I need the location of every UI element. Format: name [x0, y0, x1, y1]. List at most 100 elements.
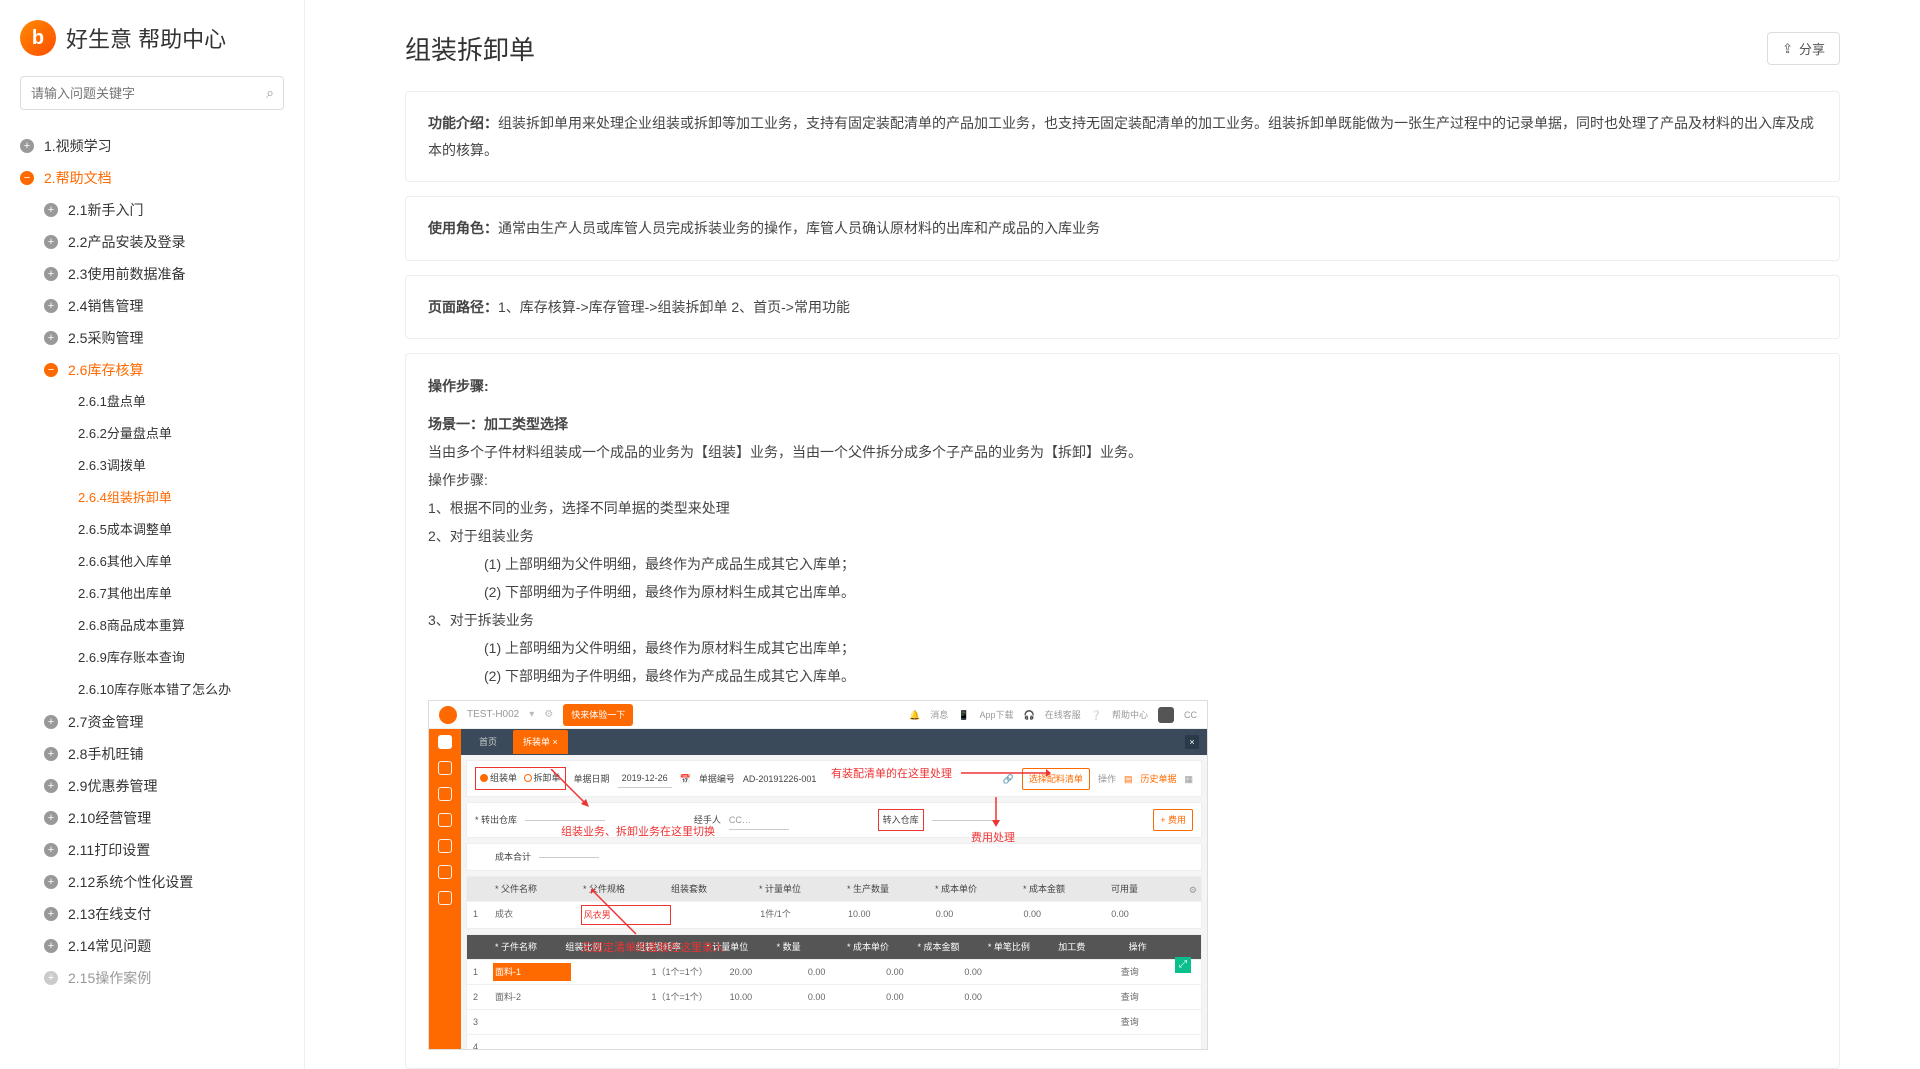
- expand-icon: ⤢: [1175, 957, 1191, 973]
- phone-icon: 📱: [958, 706, 969, 724]
- ss-content: 首页 拆装单 × × 组装单 拆卸单 单据日期 2019-12-26 📅: [461, 729, 1207, 1049]
- role-label: 使用角色：: [428, 220, 498, 236]
- nav-docs[interactable]: −2.帮助文档: [20, 162, 284, 194]
- nav-2-6-10[interactable]: 2.6.10库存账本错了怎么办: [20, 674, 284, 706]
- role-card: 使用角色：通常由生产人员或库管人员完成拆装业务的操作，库管人员确认原材料的出库和…: [405, 196, 1840, 261]
- nav-2-14[interactable]: +2.14常见问题: [20, 930, 284, 962]
- nav-2-7[interactable]: +2.7资金管理: [20, 706, 284, 738]
- brand-logo: b: [20, 20, 56, 56]
- plus-icon: +: [44, 843, 58, 857]
- nav-2-13[interactable]: +2.13在线支付: [20, 898, 284, 930]
- step-3: 3、对于拆装业务: [428, 606, 1817, 634]
- intro-label: 功能介绍：: [428, 115, 498, 131]
- nav-2-10[interactable]: +2.10经营管理: [20, 802, 284, 834]
- ss-radio-group: 组装单 拆卸单: [475, 767, 566, 790]
- help-icon: ❔: [1091, 706, 1102, 724]
- step-3a: (1) 上部明细为父件明细，最终作为原材料生成其它出库单；: [428, 634, 1817, 662]
- nav-video[interactable]: +1.视频学习: [20, 130, 284, 162]
- rail-icon: [438, 839, 452, 853]
- ss-pick-bom: 选择配料清单: [1022, 768, 1090, 790]
- sidebar: b 好生意 帮助中心 ⌕ +1.视频学习 −2.帮助文档 +2.1新手入门 +2…: [0, 0, 305, 1069]
- plus-icon: +: [44, 235, 58, 249]
- nav-2-6-7[interactable]: 2.6.7其他出库单: [20, 578, 284, 610]
- search-input[interactable]: [20, 76, 284, 110]
- steps-title: 操作步骤:: [428, 372, 1817, 400]
- gear-icon: ⚙: [544, 705, 553, 725]
- path-card: 页面路径：1、库存核算->库存管理->组装拆卸单 2、首页->常用功能: [405, 275, 1840, 340]
- ss-tab-active: 拆装单 ×: [513, 730, 568, 754]
- avatar-icon: [1158, 707, 1174, 723]
- ss-in-warehouse: 转入仓库: [878, 809, 924, 831]
- substeps-title: 操作步骤:: [428, 466, 1817, 494]
- step-2b: (2) 下部明细为子件明细，最终作为原材料生成其它出库单。: [428, 578, 1817, 606]
- scene1-title: 场景一：加工类型选择: [428, 410, 1817, 438]
- grid-icon: ▦: [1184, 770, 1193, 788]
- plus-icon: +: [44, 875, 58, 889]
- calendar-icon: 📅: [680, 770, 691, 788]
- nav-2-15[interactable]: +2.15操作案例: [20, 962, 284, 994]
- search-box: ⌕: [20, 76, 284, 110]
- plus-icon: +: [44, 907, 58, 921]
- brand-text: 好生意 帮助中心: [66, 22, 226, 54]
- nav-2-2[interactable]: +2.2产品安装及登录: [20, 226, 284, 258]
- path-text: 1、库存核算->库存管理->组装拆卸单 2、首页->常用功能: [498, 299, 850, 315]
- ss-top-cta: 快来体验一下: [563, 704, 633, 726]
- nav-2-6-9[interactable]: 2.6.9库存账本查询: [20, 642, 284, 674]
- nav-2-6-1[interactable]: 2.6.1盘点单: [20, 386, 284, 418]
- gear-icon: ⚙: [1189, 881, 1197, 899]
- ss-topbar: TEST-H002 ▾ ⚙ 快来体验一下 🔔消息 📱App下载 🎧在线客服 ❔帮…: [429, 701, 1207, 729]
- step-3b: (2) 下部明细为子件明细，最终作为产成品生成其它入库单。: [428, 662, 1817, 690]
- nav-2-9[interactable]: +2.9优惠券管理: [20, 770, 284, 802]
- ss-parent-table: * 父件名称* 父件规格组装套数* 计量单位* 生产数量* 成本单价* 成本金额…: [466, 876, 1202, 929]
- nav-tree: +1.视频学习 −2.帮助文档 +2.1新手入门 +2.2产品安装及登录 +2.…: [20, 130, 284, 994]
- headset-icon: 🎧: [1024, 706, 1035, 724]
- nav-2-5[interactable]: +2.5采购管理: [20, 322, 284, 354]
- plus-icon: +: [44, 971, 58, 985]
- rail-icon: [438, 865, 452, 879]
- step-1: 1、根据不同的业务，选择不同单据的类型来处理: [428, 494, 1817, 522]
- plus-icon: +: [44, 939, 58, 953]
- nav-2-4[interactable]: +2.4销售管理: [20, 290, 284, 322]
- plus-icon: +: [44, 747, 58, 761]
- nav-2-3[interactable]: +2.3使用前数据准备: [20, 258, 284, 290]
- nav-2-6-4[interactable]: 2.6.4组装拆卸单: [20, 482, 284, 514]
- home-icon: [438, 735, 452, 749]
- nav-2-12[interactable]: +2.12系统个性化设置: [20, 866, 284, 898]
- path-label: 页面路径：: [428, 299, 498, 315]
- search-icon[interactable]: ⌕: [266, 85, 274, 102]
- minus-icon: −: [20, 171, 34, 185]
- ss-logo-icon: [439, 706, 457, 724]
- rail-icon: [438, 813, 452, 827]
- ss-user: TEST-H002: [467, 705, 519, 725]
- nav-2-6-2[interactable]: 2.6.2分量盘点单: [20, 418, 284, 450]
- nav-2-6-5[interactable]: 2.6.5成本调整单: [20, 514, 284, 546]
- plus-icon: +: [44, 811, 58, 825]
- page-title: 组装拆卸单: [405, 30, 535, 67]
- nav-2-11[interactable]: +2.11打印设置: [20, 834, 284, 866]
- chevron-down-icon: ▾: [529, 705, 534, 725]
- rail-icon: [438, 761, 452, 775]
- nav-2-6-6[interactable]: 2.6.6其他入库单: [20, 546, 284, 578]
- main-content: 组装拆卸单 ⇪ 分享 功能介绍：组装拆卸单用来处理企业组装或拆卸等加工业务，支持…: [305, 0, 1920, 1069]
- plus-icon: +: [20, 139, 34, 153]
- nav-2-8[interactable]: +2.8手机旺铺: [20, 738, 284, 770]
- rail-icon: [438, 891, 452, 905]
- role-text: 通常由生产人员或库管人员完成拆装业务的操作，库管人员确认原材料的出库和产成品的入…: [498, 220, 1100, 236]
- plus-icon: +: [44, 715, 58, 729]
- step-2a: (1) 上部明细为父件明细，最终作为产成品生成其它入库单；: [428, 550, 1817, 578]
- ss-child-table: * 子件名称组装比例组装损耗率* 计量单位* 数量* 成本单价* 成本金额* 单…: [466, 934, 1202, 1050]
- nav-2-1[interactable]: +2.1新手入门: [20, 194, 284, 226]
- intro-text: 组装拆卸单用来处理企业组装或拆卸等加工业务，支持有固定装配清单的产品加工业务，也…: [428, 115, 1814, 158]
- nav-2-6-8[interactable]: 2.6.8商品成本重算: [20, 610, 284, 642]
- ss-left-rail: [429, 729, 461, 1049]
- share-button[interactable]: ⇪ 分享: [1767, 32, 1840, 65]
- nav-2-6-3[interactable]: 2.6.3调拨单: [20, 450, 284, 482]
- embedded-screenshot: TEST-H002 ▾ ⚙ 快来体验一下 🔔消息 📱App下载 🎧在线客服 ❔帮…: [428, 700, 1208, 1050]
- steps-card: 操作步骤: 场景一：加工类型选择 当由多个子件材料组装成一个成品的业务为【组装】…: [405, 353, 1840, 1069]
- plus-icon: +: [44, 331, 58, 345]
- bell-icon: 🔔: [909, 706, 920, 724]
- ss-fee-button: + 费用: [1153, 809, 1193, 831]
- minus-icon: −: [44, 363, 58, 377]
- nav-2-6[interactable]: −2.6库存核算: [20, 354, 284, 386]
- brand-row: b 好生意 帮助中心: [20, 20, 284, 56]
